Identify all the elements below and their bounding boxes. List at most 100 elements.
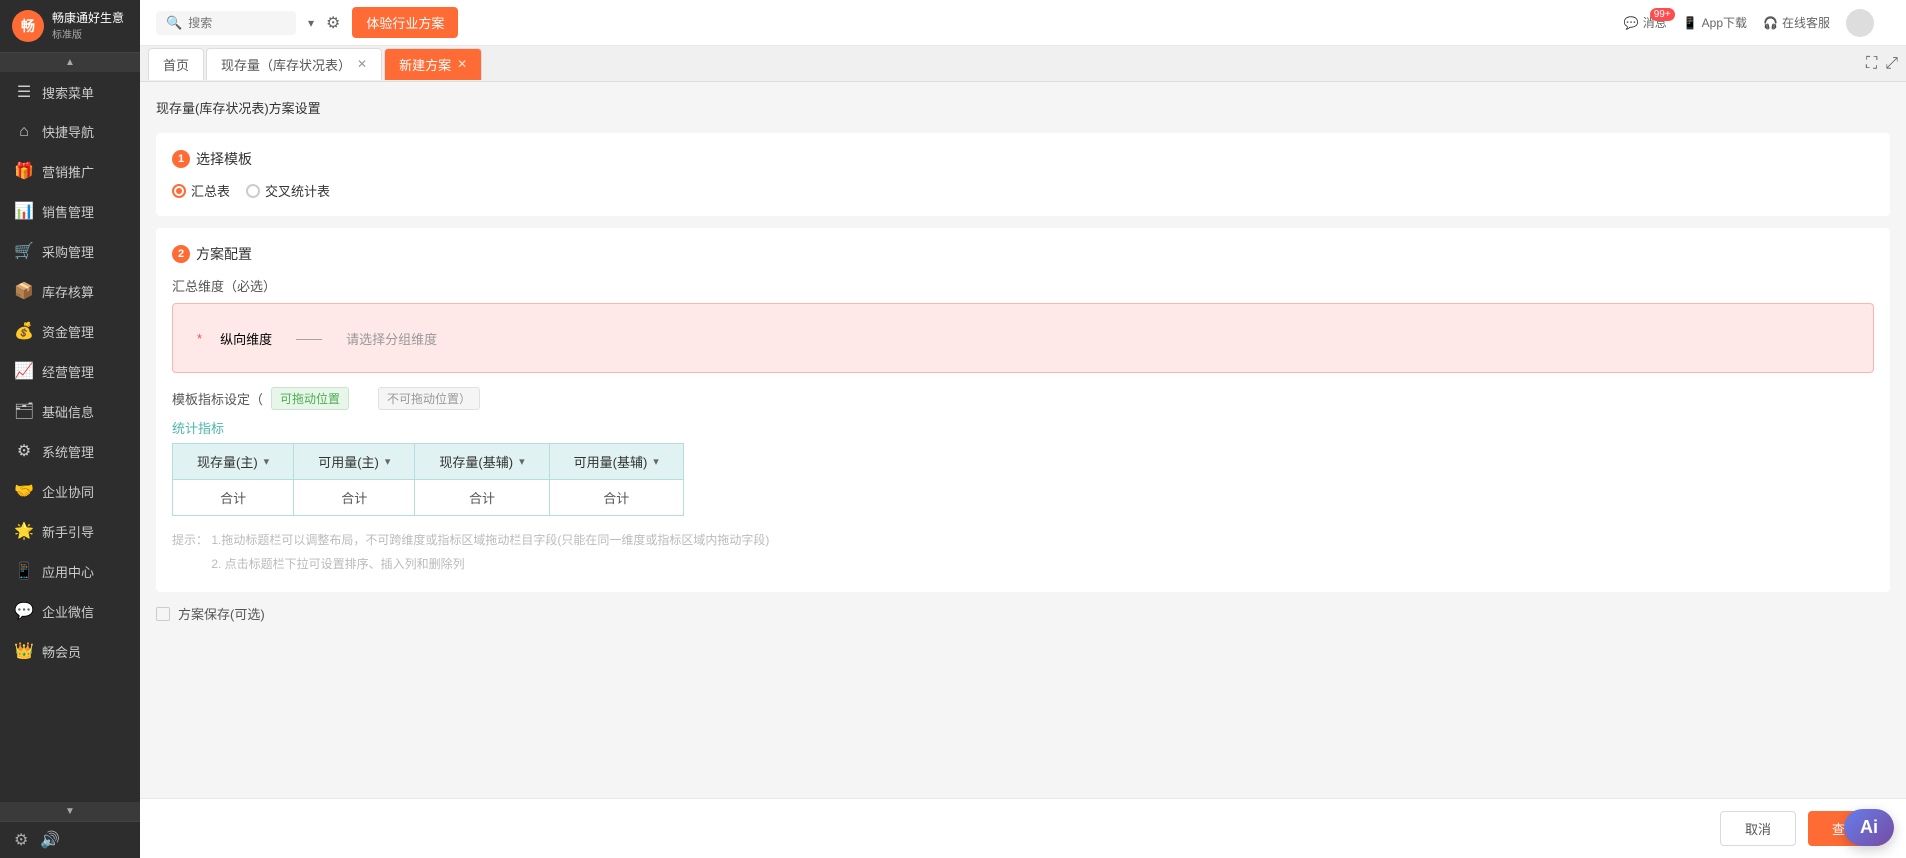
sidebar-item-label: 营销推广 — [42, 162, 94, 181]
sidebar-item-label: 资金管理 — [42, 322, 94, 341]
sidebar-item-wechat[interactable]: 💬 企业微信 — [0, 591, 140, 631]
col-current-qty-aux-dropdown[interactable]: ▾ — [519, 455, 525, 468]
sidebar-item-search-menu[interactable]: ☰ 搜索菜单 — [0, 72, 140, 112]
search-menu-icon: ☰ — [14, 82, 34, 102]
folder-icon: 🗂 — [14, 401, 34, 421]
message-icon: 💬 — [1624, 16, 1639, 30]
dimension-placeholder[interactable]: 请选择分组维度 — [346, 329, 437, 348]
msg-button[interactable]: 💬 消息 99+ — [1624, 14, 1667, 31]
expand-icon[interactable]: ⤢ — [1885, 55, 1898, 73]
tab-inventory-label: 现存量（库存状况表） — [221, 55, 351, 74]
cancel-button[interactable]: 取消 — [1720, 811, 1796, 846]
tab-inventory-status[interactable]: 现存量（库存状况表） ✕ — [206, 48, 382, 80]
sidebar-item-member[interactable]: 👑 畅会员 — [0, 631, 140, 671]
chart-icon: 📊 — [14, 201, 34, 221]
cell-current-qty-main-sub: 合计 — [173, 480, 294, 516]
topbar-gear-icon[interactable]: ⚙ — [326, 13, 340, 33]
radio-summary[interactable]: 汇总表 — [172, 181, 230, 200]
radio-cross[interactable]: 交叉统计表 — [246, 181, 330, 200]
step1-label: 选择模板 — [196, 149, 252, 169]
sidebar-item-new-guide[interactable]: 🌟 新手引导 — [0, 511, 140, 551]
topbar-search-box: 🔍 — [156, 11, 296, 35]
experience-btn[interactable]: 体验行业方案 — [352, 7, 458, 38]
sidebar-item-label: 企业协同 — [42, 482, 94, 501]
main-content: 🔍 ▾ ⚙ 体验行业方案 💬 消息 99+ 📱 App下载 🎧 在线客服 — [140, 0, 1906, 858]
app-edition: 标准版 — [52, 26, 124, 41]
tabbar-actions: ⛶ ⤢ — [1866, 55, 1898, 73]
tab-new-scheme[interactable]: 新建方案 ✕ — [384, 48, 482, 80]
save-checkbox[interactable] — [156, 607, 170, 621]
col-available-qty-aux-dropdown[interactable]: ▾ — [653, 455, 659, 468]
sidebar-scroll-up[interactable]: ▲ — [0, 53, 140, 72]
sidebar-scroll-down[interactable]: ▼ — [0, 802, 140, 821]
step2-card: 2 方案配置 汇总维度（必选） * 纵向维度 —— 请选择分组维度 模板指标设定… — [156, 228, 1890, 592]
search-input[interactable] — [188, 16, 278, 30]
col-current-qty-main-dropdown[interactable]: ▾ — [264, 455, 270, 468]
app-name: 畅康通好生意 — [52, 11, 124, 27]
headset-icon: 🎧 — [1763, 16, 1778, 30]
save-option: 方案保存(可选) — [156, 604, 1890, 623]
sidebar-item-app-center[interactable]: 📱 应用中心 — [0, 551, 140, 591]
online-service-button[interactable]: 🎧 在线客服 — [1763, 14, 1830, 31]
indicator-label-text: 模板指标设定（ — [172, 389, 263, 408]
sidebar-item-quick-nav[interactable]: ⌂ 快捷导航 — [0, 112, 140, 151]
tab-home[interactable]: 首页 — [148, 48, 204, 80]
sidebar-item-enterprise[interactable]: 🤝 企业协同 — [0, 471, 140, 511]
col-available-qty-aux-label: 可用量(基辅) — [574, 452, 648, 471]
gift-icon: 🎁 — [14, 161, 34, 181]
dimension-label: 汇总维度（必选） — [172, 276, 1874, 295]
dimension-vertical-label: 纵向维度 — [220, 329, 272, 348]
dimension-arrow: —— — [296, 331, 322, 346]
sidebar-item-finance[interactable]: 💰 资金管理 — [0, 311, 140, 351]
sidebar-item-label: 搜索菜单 — [42, 83, 94, 102]
col-current-qty-main-label: 现存量(主) — [197, 452, 258, 471]
stat-table-container: 统计指标 现存量(主) ▾ — [172, 418, 1874, 516]
sidebar-item-purchase[interactable]: 🛒 采购管理 — [0, 231, 140, 271]
sidebar-logo: 畅 畅康通好生意 标准版 — [0, 0, 140, 53]
col-available-qty-aux[interactable]: 可用量(基辅) ▾ — [549, 444, 683, 480]
sidebar-item-inventory[interactable]: 📦 库存核算 — [0, 271, 140, 311]
topbar: 🔍 ▾ ⚙ 体验行业方案 💬 消息 99+ 📱 App下载 🎧 在线客服 — [140, 0, 1906, 46]
sidebar-item-operations[interactable]: 📈 经营管理 — [0, 351, 140, 391]
required-mark: * — [197, 331, 202, 346]
speaker-icon[interactable]: 🔊 — [40, 830, 60, 850]
sidebar-item-system[interactable]: ⚙ 系统管理 — [0, 431, 140, 471]
user-avatar — [1846, 9, 1874, 37]
sidebar-item-label: 应用中心 — [42, 562, 94, 581]
topbar-right: 💬 消息 99+ 📱 App下载 🎧 在线客服 — [1624, 9, 1890, 37]
step1-badge: 1 — [172, 150, 190, 168]
dimension-box: * 纵向维度 —— 请选择分组维度 — [172, 303, 1874, 373]
radio-summary-label: 汇总表 — [191, 181, 230, 200]
sidebar-nav: ☰ 搜索菜单 ⌂ 快捷导航 🎁 营销推广 📊 销售管理 🛒 采购管理 📦 库存核… — [0, 72, 140, 802]
col-current-qty-main[interactable]: 现存量(主) ▾ — [173, 444, 294, 480]
tab-home-label: 首页 — [163, 55, 189, 74]
topbar-dropdown[interactable]: ▾ — [308, 16, 314, 30]
app-download-button[interactable]: 📱 App下载 — [1683, 14, 1747, 31]
col-available-qty-main-dropdown[interactable]: ▾ — [385, 455, 391, 468]
col-current-qty-aux-label: 现存量(基辅) — [439, 452, 513, 471]
radio-cross-label: 交叉统计表 — [265, 181, 330, 200]
col-available-qty-main-label: 可用量(主) — [318, 452, 379, 471]
page-content: 现存量(库存状况表)方案设置 1 选择模板 汇总表 交叉统计表 2 — [140, 82, 1906, 798]
settings-icon[interactable]: ⚙ — [14, 830, 28, 850]
sidebar-item-base-info[interactable]: 🗂 基础信息 — [0, 391, 140, 431]
cell-available-qty-aux-sub: 合计 — [549, 480, 683, 516]
star-icon: 🌟 — [14, 521, 34, 541]
sidebar-item-label: 采购管理 — [42, 242, 94, 261]
gear-icon: ⚙ — [14, 441, 34, 461]
tag-fixed: 不可拖动位置） — [378, 387, 480, 410]
col-current-qty-aux[interactable]: 现存量(基辅) ▾ — [415, 444, 549, 480]
step2-badge: 2 — [172, 245, 190, 263]
sidebar-item-label: 经营管理 — [42, 362, 94, 381]
sidebar-item-marketing[interactable]: 🎁 营销推广 — [0, 151, 140, 191]
tab-new-scheme-close[interactable]: ✕ — [457, 57, 467, 71]
home-icon: ⌂ — [14, 123, 34, 141]
stat-table-data-row: 合计 合计 合计 合计 — [173, 480, 684, 516]
restore-icon[interactable]: ⛶ — [1866, 55, 1877, 73]
cell-current-qty-aux-sub: 合计 — [415, 480, 549, 516]
sidebar-item-sales[interactable]: 📊 销售管理 — [0, 191, 140, 231]
ai-badge[interactable]: Ai — [1844, 809, 1894, 846]
sidebar-item-label: 快捷导航 — [42, 122, 94, 141]
tab-inventory-close[interactable]: ✕ — [357, 57, 367, 71]
col-available-qty-main[interactable]: 可用量(主) ▾ — [294, 444, 415, 480]
